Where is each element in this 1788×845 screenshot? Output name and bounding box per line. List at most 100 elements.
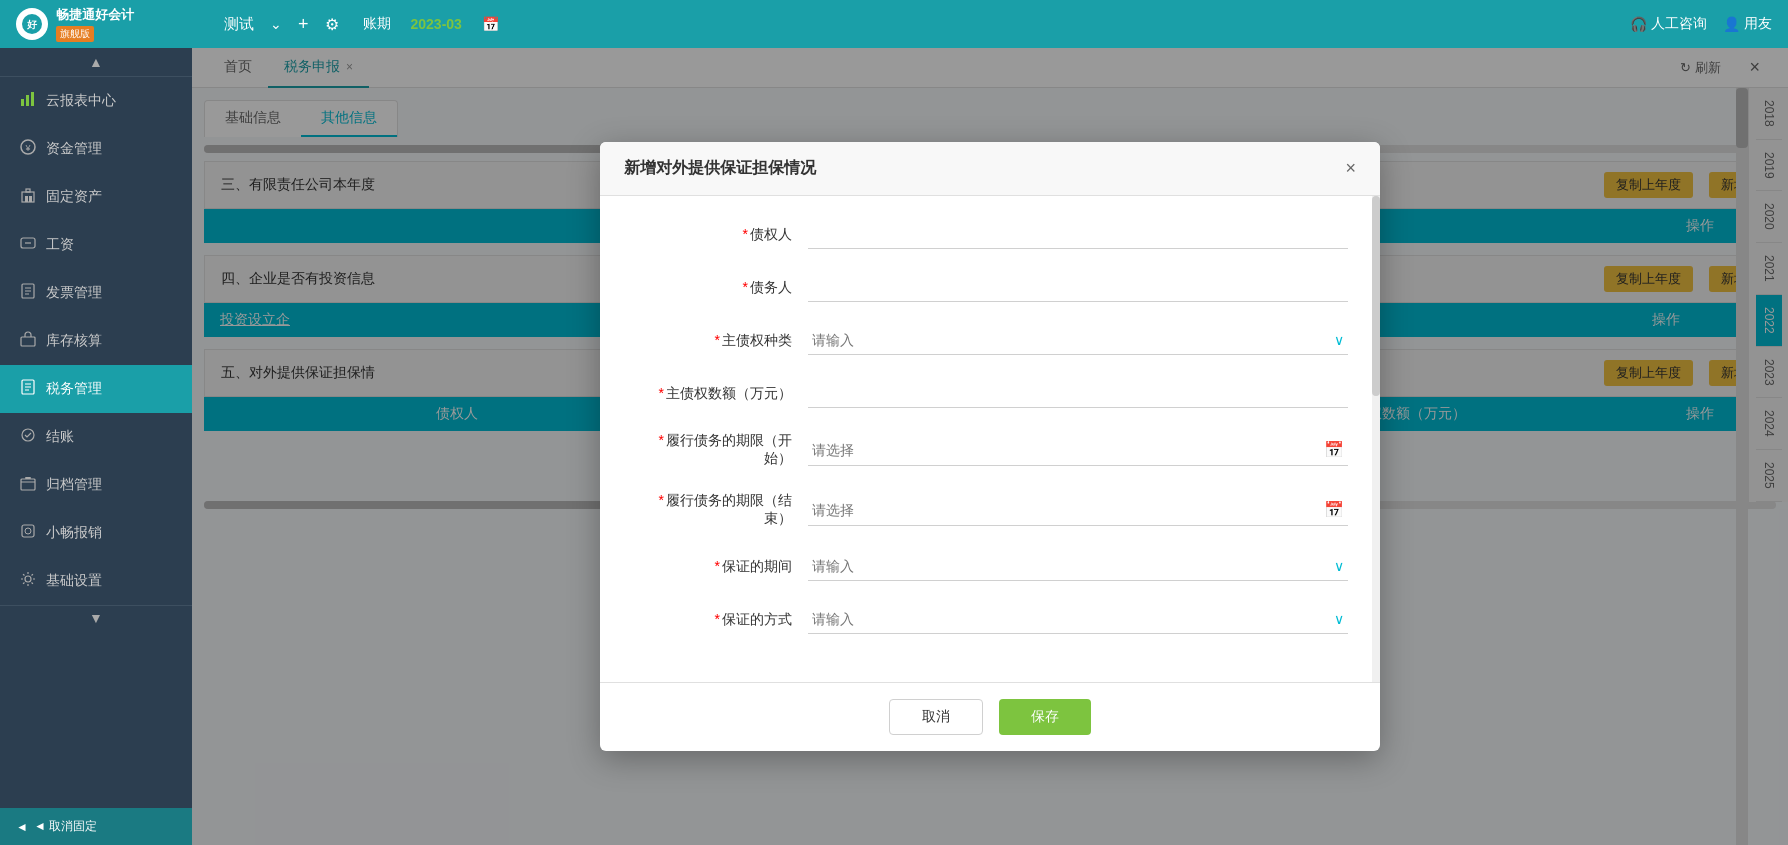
arrow-left-icon: ◄ — [16, 820, 28, 834]
help-button[interactable]: 🎧 人工咨询 — [1630, 15, 1707, 33]
sidebar-item-guding[interactable]: 固定资产 — [0, 173, 192, 221]
period-end-date[interactable]: 📅 — [808, 494, 1348, 526]
guarantee-method-input[interactable] — [812, 611, 1334, 627]
company-name[interactable]: 测试 — [224, 15, 254, 34]
archive-icon — [20, 475, 36, 495]
guarantee-method-label: *保证的方式 — [632, 611, 792, 629]
modal-overlay: 新增对外提供保证担保情况 × *债权人 *债务人 — [192, 48, 1788, 845]
sidebar: ▲ 云报表中心 ¥ 资金管理 固定资产 工资 — [0, 48, 192, 845]
svg-rect-17 — [21, 337, 35, 346]
form-row-debtor: *债务人 — [632, 273, 1348, 302]
modal-close-button[interactable]: × — [1345, 158, 1356, 179]
top-actions: 🎧 人工咨询 👤 用友 — [1630, 15, 1772, 33]
cancel-fixed-button[interactable]: ◄ ◄ 取消固定 — [0, 808, 192, 845]
modal-scrollbar[interactable] — [1372, 196, 1380, 682]
logo-title: 畅捷通好会计 — [56, 6, 134, 24]
modal-title: 新增对外提供保证担保情况 — [624, 158, 816, 179]
guarantee-period-select[interactable]: ∨ — [808, 552, 1348, 581]
svg-rect-8 — [25, 196, 28, 202]
sidebar-item-zijin[interactable]: ¥ 资金管理 — [0, 125, 192, 173]
guarantee-period-input[interactable] — [812, 558, 1334, 574]
form-row-claim-type: *主债权种类 ∨ — [632, 326, 1348, 355]
sidebar-scroll-down[interactable]: ▼ — [0, 605, 192, 630]
main-layout: ▲ 云报表中心 ¥ 资金管理 固定资产 工资 — [0, 48, 1788, 845]
inventory-icon — [20, 331, 36, 351]
svg-rect-9 — [29, 196, 32, 202]
sidebar-item-baoxiao[interactable]: 小畅报销 — [0, 509, 192, 557]
svg-point-27 — [25, 528, 31, 534]
svg-point-28 — [25, 576, 31, 582]
tax-icon — [20, 379, 36, 399]
claim-type-chevron[interactable]: ∨ — [1334, 332, 1344, 348]
sidebar-item-kucun[interactable]: 库存核算 — [0, 317, 192, 365]
svg-rect-4 — [31, 92, 34, 106]
save-button[interactable]: 保存 — [999, 699, 1091, 735]
user-button[interactable]: 👤 用友 — [1723, 15, 1772, 33]
sidebar-item-jichushezhi[interactable]: 基础设置 — [0, 557, 192, 605]
period-start-input[interactable] — [812, 442, 1324, 458]
period-start-calendar-icon[interactable]: 📅 — [1324, 440, 1344, 459]
calendar-icon[interactable]: 📅 — [482, 16, 499, 32]
checkbook-icon — [20, 427, 36, 447]
debtor-label: *债务人 — [632, 279, 792, 297]
money-icon: ¥ — [20, 139, 36, 159]
svg-rect-3 — [26, 95, 29, 106]
modal-scrollbar-thumb — [1372, 196, 1380, 396]
svg-rect-26 — [22, 525, 34, 537]
sidebar-item-yunbiao[interactable]: 云报表中心 — [0, 77, 192, 125]
period-start-date[interactable]: 📅 — [808, 434, 1348, 466]
cancel-button[interactable]: 取消 — [889, 699, 983, 735]
svg-text:好: 好 — [26, 19, 38, 30]
svg-text:¥: ¥ — [24, 143, 31, 153]
creditor-label: *债权人 — [632, 226, 792, 244]
modal-header: 新增对外提供保证担保情况 × — [600, 142, 1380, 196]
settings-icon[interactable]: ⚙ — [325, 15, 339, 34]
gear-icon — [20, 571, 36, 591]
modal-body: *债权人 *债务人 *主债权种类 — [600, 196, 1380, 682]
creditor-input[interactable] — [808, 220, 1348, 249]
claim-type-select[interactable]: ∨ — [808, 326, 1348, 355]
svg-rect-23 — [21, 479, 35, 490]
form-row-period-end: *履行债务的期限（结束） 📅 — [632, 492, 1348, 528]
claim-type-label: *主债权种类 — [632, 332, 792, 350]
logo-area: 好 畅捷通好会计 旗舰版 — [16, 6, 208, 42]
period-value[interactable]: 2023-03 — [411, 16, 462, 32]
period-end-calendar-icon[interactable]: 📅 — [1324, 500, 1344, 519]
form-row-guarantee-method: *保证的方式 ∨ — [632, 605, 1348, 634]
svg-rect-25 — [25, 477, 31, 479]
building-icon — [20, 187, 36, 207]
form-row-claim-amount: *主债权数额（万元） — [632, 379, 1348, 408]
guarantee-method-chevron[interactable]: ∨ — [1334, 611, 1344, 627]
add-icon[interactable]: + — [298, 14, 309, 35]
claim-type-input[interactable] — [812, 332, 1334, 348]
guarantee-period-chevron[interactable]: ∨ — [1334, 558, 1344, 574]
headset-icon: 🎧 — [1630, 16, 1647, 32]
logo-sub: 旗舰版 — [56, 26, 94, 42]
logo-icon: 好 — [16, 8, 48, 40]
sidebar-item-fapiao[interactable]: 发票管理 — [0, 269, 192, 317]
top-nav: 测试 ⌄ + ⚙ 账期 2023-03 📅 — [208, 14, 1630, 35]
sidebar-item-gongzi[interactable]: 工资 — [0, 221, 192, 269]
expense-icon — [20, 523, 36, 543]
modal-dialog: 新增对外提供保证担保情况 × *债权人 *债务人 — [600, 142, 1380, 751]
sidebar-item-shuiwu[interactable]: 税务管理 — [0, 365, 192, 413]
wage-icon — [20, 235, 36, 255]
svg-rect-2 — [21, 99, 24, 106]
period-start-label: *履行债务的期限（开始） — [632, 432, 792, 468]
form-row-guarantee-period: *保证的期间 ∨ — [632, 552, 1348, 581]
debtor-input[interactable] — [808, 273, 1348, 302]
form-row-period-start: *履行债务的期限（开始） 📅 — [632, 432, 1348, 468]
period-end-label: *履行债务的期限（结束） — [632, 492, 792, 528]
content-area: 首页 税务申报 × ↻ 刷新 × 基础信息 — [192, 48, 1788, 845]
period-end-input[interactable] — [812, 502, 1324, 518]
sidebar-item-guidang[interactable]: 归档管理 — [0, 461, 192, 509]
chevron-down-icon[interactable]: ⌄ — [270, 16, 282, 32]
user-icon: 👤 — [1723, 16, 1740, 32]
guarantee-period-label: *保证的期间 — [632, 558, 792, 576]
svg-rect-10 — [26, 189, 30, 192]
claim-amount-input[interactable] — [808, 379, 1348, 408]
guarantee-method-select[interactable]: ∨ — [808, 605, 1348, 634]
sidebar-item-jiezhang[interactable]: 结账 — [0, 413, 192, 461]
modal-footer: 取消 保存 — [600, 682, 1380, 751]
sidebar-scroll-up[interactable]: ▲ — [0, 48, 192, 77]
